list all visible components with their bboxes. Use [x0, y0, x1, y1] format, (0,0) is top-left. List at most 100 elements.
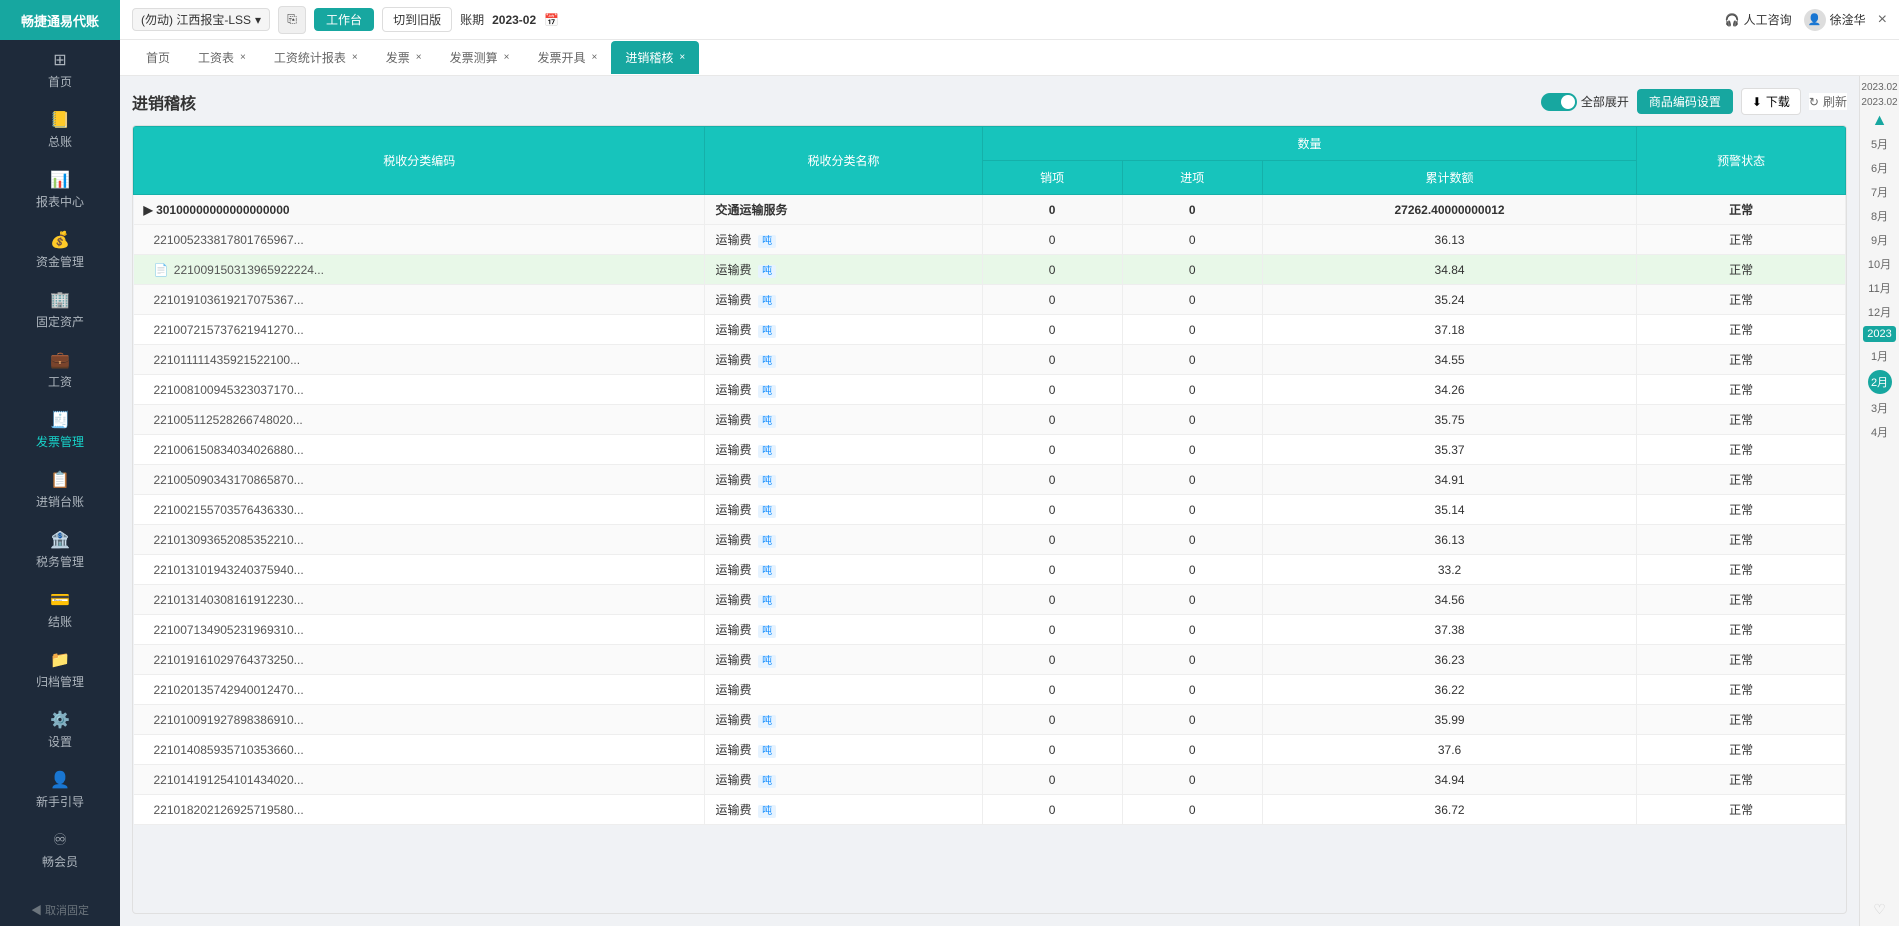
table-row: 221007215737621941270...运输费 吨0037.18正常 [134, 315, 1846, 345]
calendar-icon[interactable]: 📅 [544, 13, 559, 27]
tax-icon: 🏦 [50, 530, 70, 550]
tab-salary-close[interactable]: × [240, 52, 246, 63]
header-status: 预警状态 [1637, 127, 1846, 195]
salary-icon: 💼 [50, 350, 70, 370]
sidebar-item-guide[interactable]: 👤 新手引导 [0, 760, 120, 820]
cell-sale: 0 [982, 735, 1122, 765]
cell-sale: 0 [982, 615, 1122, 645]
sidebar-item-member[interactable]: ♾ 畅会员 [0, 820, 120, 880]
main-area: (勿动) 江西报宝-LSS ▾ ⎘ 工作台 切到旧版 账期 2023-02 📅 … [120, 0, 1899, 926]
cell-status: 正常 [1637, 765, 1846, 795]
tab-invoice[interactable]: 发票 × [372, 41, 436, 74]
sidebar-item-fixed[interactable]: 🏢 固定资产 [0, 280, 120, 340]
cell-code: 221013093652085352210... [134, 525, 705, 555]
cell-sale: 0 [982, 255, 1122, 285]
cell-purchase: 0 [1122, 675, 1262, 705]
month-3[interactable]: 3月 [1860, 396, 1899, 420]
cell-sale: 0 [982, 795, 1122, 825]
tab-invoice-calc-close[interactable]: × [504, 52, 510, 63]
sidebar-item-sales-desk[interactable]: 📋 进销台账 [0, 460, 120, 520]
month-8[interactable]: 8月 [1860, 204, 1899, 228]
expand-toggle[interactable] [1541, 93, 1577, 111]
topbar-right: 🎧 人工咨询 👤 徐淦华 × [1725, 9, 1887, 31]
sidebar-item-capital[interactable]: 💰 资金管理 [0, 220, 120, 280]
close-button[interactable]: × [1878, 11, 1887, 29]
month-5[interactable]: 5月 [1860, 132, 1899, 156]
right-panel-calendar: 2023.02 2023.02 ▲ 5月 6月 7月 8月 9月 10月 11月… [1859, 76, 1899, 926]
sidebar-item-salary[interactable]: 💼 工资 [0, 340, 120, 400]
sidebar-item-settle[interactable]: 💳 结账 [0, 580, 120, 640]
cell-purchase: 0 [1122, 315, 1262, 345]
sidebar-item-invoice-mgr[interactable]: 🧾 发票管理 [0, 400, 120, 460]
page-header: 进销稽核 全部展开 商品编码设置 ⬇ 下载 ↻ 刷新 [132, 88, 1847, 115]
app-logo: 畅捷通易代账 [0, 0, 120, 40]
cell-cumulative: 33.2 [1262, 555, 1637, 585]
data-table: 税收分类编码 税收分类名称 数量 预警状态 销项 进项 累计数额 ▶ 30100… [133, 126, 1846, 825]
cell-name: 运输费 吨 [705, 765, 982, 795]
cell-code: 221020135742940012470... [134, 675, 705, 705]
month-6[interactable]: 6月 [1860, 156, 1899, 180]
cell-code: 221002155703576436330... [134, 495, 705, 525]
month-11[interactable]: 11月 [1860, 276, 1899, 300]
tab-invoice-open[interactable]: 发票开具 × [523, 41, 611, 74]
month-7[interactable]: 7月 [1860, 180, 1899, 204]
sidebar-item-report[interactable]: 📊 报表中心 [0, 160, 120, 220]
switch-version-button[interactable]: 切到旧版 [382, 7, 452, 32]
month-9[interactable]: 9月 [1860, 228, 1899, 252]
prev-year-period-1: 2023.02 [1859, 80, 1899, 95]
tab-salary[interactable]: 工资表 × [184, 41, 260, 74]
sidebar-item-general[interactable]: 📒 总账 [0, 100, 120, 160]
header-sale: 销项 [982, 161, 1122, 195]
month-2-active[interactable]: 2月 [1868, 370, 1892, 394]
month-10[interactable]: 10月 [1860, 252, 1899, 276]
scroll-up-icon[interactable]: ▲ [1870, 110, 1890, 132]
cell-sale: 0 [982, 405, 1122, 435]
cell-status: 正常 [1637, 555, 1846, 585]
cell-status: 正常 [1637, 615, 1846, 645]
cell-purchase: 0 [1122, 705, 1262, 735]
copy-button[interactable]: ⎘ [278, 6, 306, 34]
sidebar-item-archive[interactable]: 📁 归档管理 [0, 640, 120, 700]
sidebar-item-settings[interactable]: ⚙️ 设置 [0, 700, 120, 760]
cell-cumulative: 35.99 [1262, 705, 1637, 735]
unpin-sidebar-button[interactable]: ◀ 取消固定 [0, 894, 120, 926]
avatar-icon: 👤 [1804, 9, 1826, 31]
support-button[interactable]: 🎧 人工咨询 [1725, 11, 1792, 28]
cell-purchase: 0 [1122, 225, 1262, 255]
cell-name: 运输费 吨 [705, 285, 982, 315]
sidebar-item-tax[interactable]: 🏦 税务管理 [0, 520, 120, 580]
month-12[interactable]: 12月 [1860, 300, 1899, 324]
tab-invoice-close[interactable]: × [416, 52, 422, 63]
cell-status: 正常 [1637, 375, 1846, 405]
cell-status: 正常 [1637, 285, 1846, 315]
sidebar-item-home[interactable]: ⊞ 首页 [0, 40, 120, 100]
header-quantity-group: 数量 [982, 127, 1637, 161]
month-4[interactable]: 4月 [1860, 420, 1899, 444]
cell-purchase: 0 [1122, 495, 1262, 525]
cell-purchase: 0 [1122, 615, 1262, 645]
cell-cumulative: 34.91 [1262, 465, 1637, 495]
tab-sales-check[interactable]: 进销稽核 × [611, 41, 699, 74]
month-1[interactable]: 1月 [1860, 344, 1899, 368]
tab-salary-stat[interactable]: 工资统计报表 × [260, 41, 372, 74]
tab-salary-stat-close[interactable]: × [352, 52, 358, 63]
tab-home[interactable]: 首页 [132, 41, 184, 74]
user-avatar[interactable]: 👤 徐淦华 [1804, 9, 1866, 31]
company-selector[interactable]: (勿动) 江西报宝-LSS ▾ [132, 8, 270, 31]
refresh-button[interactable]: ↻ 刷新 [1809, 93, 1847, 110]
tab-invoice-calc[interactable]: 发票测算 × [436, 41, 524, 74]
tab-sales-check-close[interactable]: × [679, 52, 685, 63]
refresh-icon: ↻ [1809, 95, 1819, 109]
cell-status: 正常 [1637, 435, 1846, 465]
cell-cumulative: 36.23 [1262, 645, 1637, 675]
tab-invoice-open-close[interactable]: × [591, 52, 597, 63]
cell-cumulative: 34.84 [1262, 255, 1637, 285]
cell-name: 运输费 吨 [705, 405, 982, 435]
workbench-button[interactable]: 工作台 [314, 8, 374, 31]
cell-name: 运输费 吨 [705, 495, 982, 525]
cell-code: 221006150834034026880... [134, 435, 705, 465]
download-button[interactable]: ⬇ 下载 [1741, 88, 1801, 115]
cell-cumulative: 36.22 [1262, 675, 1637, 705]
product-code-settings-button[interactable]: 商品编码设置 [1637, 89, 1733, 114]
cell-status: 正常 [1637, 345, 1846, 375]
